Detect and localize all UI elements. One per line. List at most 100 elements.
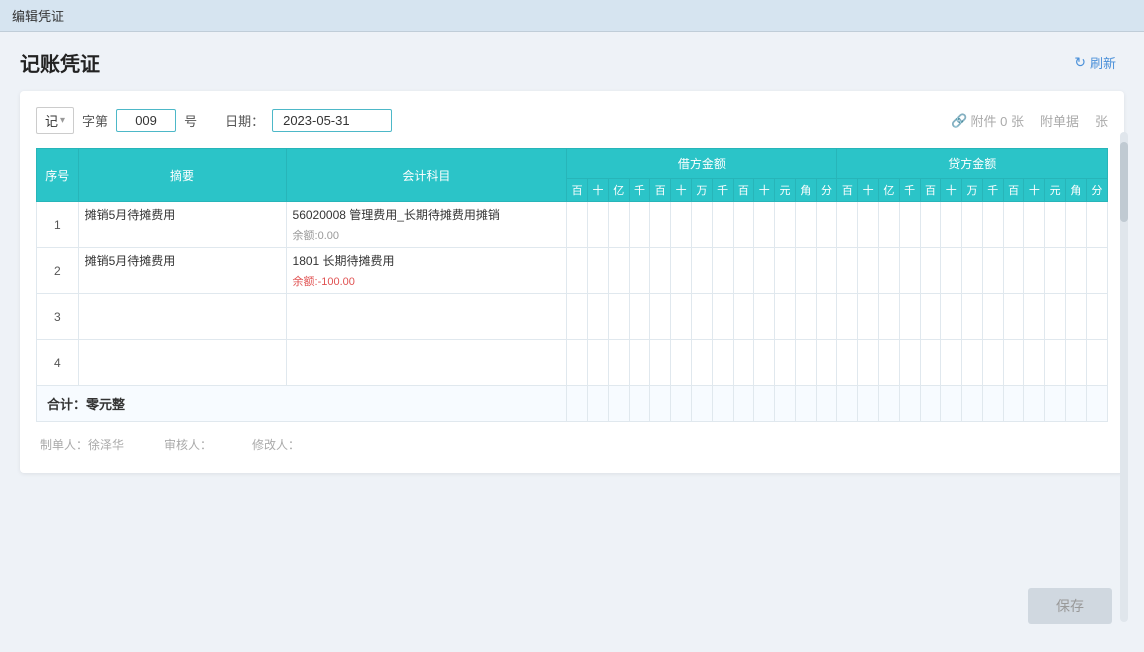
credit-amount-cell[interactable] (858, 248, 879, 294)
debit-amount-cell[interactable] (588, 340, 609, 386)
scrollbar[interactable] (1120, 132, 1128, 622)
credit-amount-cell[interactable] (837, 294, 858, 340)
credit-amount-cell[interactable] (1066, 294, 1087, 340)
debit-amount-cell[interactable] (567, 248, 588, 294)
refresh-button[interactable]: ↻ 刷新 (1066, 49, 1124, 76)
debit-amount-cell[interactable] (608, 248, 629, 294)
hao-input[interactable] (116, 109, 176, 132)
credit-amount-cell[interactable] (899, 294, 920, 340)
debit-amount-cell[interactable] (691, 202, 712, 248)
debit-amount-cell[interactable] (712, 340, 733, 386)
credit-amount-cell[interactable] (1024, 202, 1045, 248)
credit-amount-cell[interactable] (878, 202, 899, 248)
debit-amount-cell[interactable] (775, 248, 796, 294)
credit-amount-cell[interactable] (858, 202, 879, 248)
credit-amount-cell[interactable] (1003, 202, 1024, 248)
debit-amount-cell[interactable] (712, 202, 733, 248)
debit-amount-cell[interactable] (712, 294, 733, 340)
debit-amount-cell[interactable] (671, 294, 692, 340)
summary-cell[interactable] (78, 340, 286, 386)
debit-amount-cell[interactable] (816, 202, 837, 248)
debit-amount-cell[interactable] (650, 248, 671, 294)
credit-amount-cell[interactable] (962, 202, 983, 248)
debit-amount-cell[interactable] (733, 202, 754, 248)
credit-amount-cell[interactable] (1045, 248, 1066, 294)
subject-cell[interactable]: 1801 长期待摊费用余额:-100.00 (286, 248, 567, 294)
credit-amount-cell[interactable] (920, 248, 941, 294)
debit-amount-cell[interactable] (733, 248, 754, 294)
credit-amount-cell[interactable] (1045, 294, 1066, 340)
debit-amount-cell[interactable] (795, 248, 816, 294)
debit-amount-cell[interactable] (775, 340, 796, 386)
debit-amount-cell[interactable] (754, 248, 775, 294)
debit-amount-cell[interactable] (671, 248, 692, 294)
credit-amount-cell[interactable] (899, 248, 920, 294)
credit-amount-cell[interactable] (962, 294, 983, 340)
debit-amount-cell[interactable] (754, 202, 775, 248)
date-input[interactable] (272, 109, 392, 132)
debit-amount-cell[interactable] (588, 294, 609, 340)
debit-amount-cell[interactable] (629, 294, 650, 340)
credit-amount-cell[interactable] (858, 294, 879, 340)
summary-cell[interactable]: 摊销5月待摊费用 (78, 248, 286, 294)
debit-amount-cell[interactable] (629, 340, 650, 386)
debit-amount-cell[interactable] (816, 294, 837, 340)
debit-amount-cell[interactable] (712, 248, 733, 294)
credit-amount-cell[interactable] (1086, 248, 1107, 294)
credit-amount-cell[interactable] (1024, 340, 1045, 386)
debit-amount-cell[interactable] (816, 340, 837, 386)
credit-amount-cell[interactable] (920, 202, 941, 248)
debit-amount-cell[interactable] (733, 294, 754, 340)
debit-amount-cell[interactable] (671, 340, 692, 386)
summary-cell[interactable]: 摊销5月待摊费用 (78, 202, 286, 248)
debit-amount-cell[interactable] (816, 248, 837, 294)
debit-amount-cell[interactable] (691, 294, 712, 340)
credit-amount-cell[interactable] (1066, 340, 1087, 386)
credit-amount-cell[interactable] (1045, 340, 1066, 386)
debit-amount-cell[interactable] (795, 202, 816, 248)
debit-amount-cell[interactable] (588, 248, 609, 294)
credit-amount-cell[interactable] (1003, 294, 1024, 340)
fj-label[interactable]: 附单据 (1040, 111, 1079, 130)
attachment-link[interactable]: 🔗 附件 0 张 (951, 111, 1024, 130)
credit-amount-cell[interactable] (982, 202, 1003, 248)
credit-amount-cell[interactable] (962, 248, 983, 294)
debit-amount-cell[interactable] (733, 340, 754, 386)
credit-amount-cell[interactable] (982, 248, 1003, 294)
credit-amount-cell[interactable] (878, 248, 899, 294)
debit-amount-cell[interactable] (795, 340, 816, 386)
credit-amount-cell[interactable] (962, 340, 983, 386)
debit-amount-cell[interactable] (795, 294, 816, 340)
credit-amount-cell[interactable] (837, 248, 858, 294)
debit-amount-cell[interactable] (567, 340, 588, 386)
debit-amount-cell[interactable] (671, 202, 692, 248)
credit-amount-cell[interactable] (1024, 248, 1045, 294)
credit-amount-cell[interactable] (941, 248, 962, 294)
credit-amount-cell[interactable] (1086, 294, 1107, 340)
subject-cell[interactable]: 56020008 管理费用_长期待摊费用摊销余额:0.00 (286, 202, 567, 248)
debit-amount-cell[interactable] (691, 340, 712, 386)
subject-cell[interactable] (286, 294, 567, 340)
summary-cell[interactable] (78, 294, 286, 340)
ji-button[interactable]: 记 ▾ (36, 107, 74, 134)
debit-amount-cell[interactable] (775, 202, 796, 248)
debit-amount-cell[interactable] (754, 294, 775, 340)
credit-amount-cell[interactable] (941, 340, 962, 386)
debit-amount-cell[interactable] (775, 294, 796, 340)
debit-amount-cell[interactable] (650, 202, 671, 248)
credit-amount-cell[interactable] (941, 294, 962, 340)
debit-amount-cell[interactable] (608, 340, 629, 386)
credit-amount-cell[interactable] (878, 294, 899, 340)
credit-amount-cell[interactable] (1003, 340, 1024, 386)
credit-amount-cell[interactable] (878, 340, 899, 386)
credit-amount-cell[interactable] (837, 340, 858, 386)
debit-amount-cell[interactable] (588, 202, 609, 248)
debit-amount-cell[interactable] (629, 248, 650, 294)
credit-amount-cell[interactable] (858, 340, 879, 386)
credit-amount-cell[interactable] (920, 294, 941, 340)
debit-amount-cell[interactable] (650, 340, 671, 386)
credit-amount-cell[interactable] (982, 294, 1003, 340)
debit-amount-cell[interactable] (608, 202, 629, 248)
debit-amount-cell[interactable] (650, 294, 671, 340)
credit-amount-cell[interactable] (899, 202, 920, 248)
